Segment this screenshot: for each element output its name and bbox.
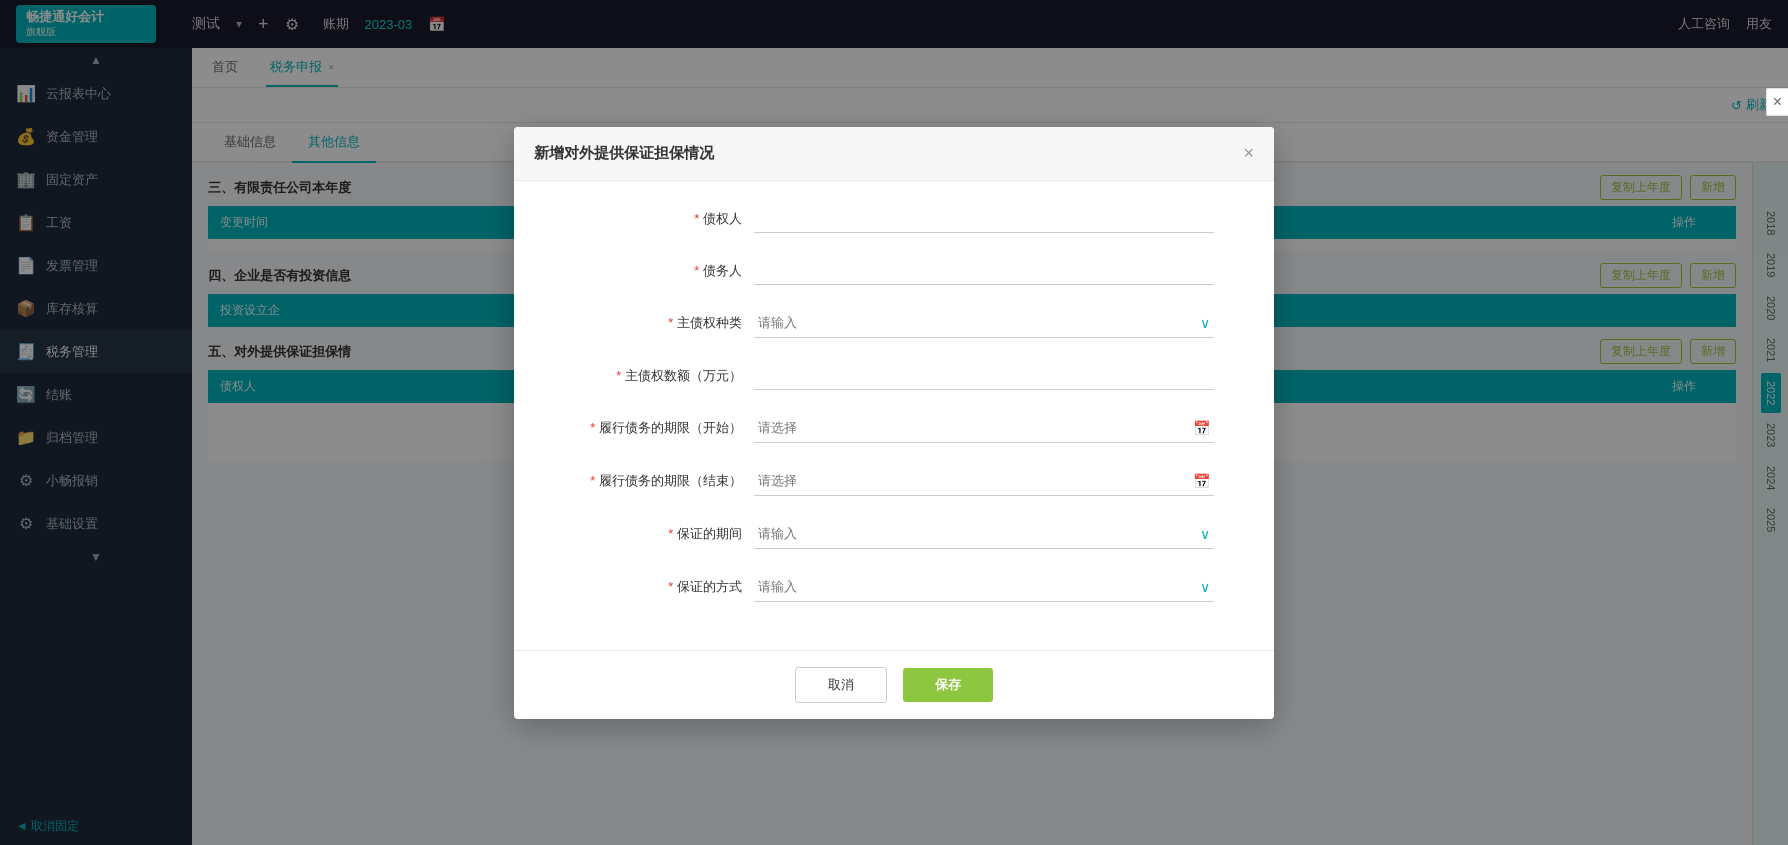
form-row-period-end: * 履行债务的期限（结束） 📅	[574, 467, 1214, 496]
debt-type-label-text: 主债权种类	[677, 315, 742, 330]
creditor-label-text: 债权人	[703, 211, 742, 226]
period-end-calendar-icon[interactable]: 📅	[1193, 473, 1210, 489]
period-start-calendar-icon[interactable]: 📅	[1193, 420, 1210, 436]
period-start-label-text: 履行债务的期限（开始）	[599, 420, 742, 435]
debtor-input[interactable]	[754, 257, 1214, 285]
debt-amount-required: *	[616, 368, 621, 383]
creditor-required: *	[694, 211, 699, 226]
debt-type-input[interactable]	[758, 315, 1200, 330]
debt-type-select-wrapper: ∨	[754, 309, 1214, 338]
debt-type-dropdown-icon[interactable]: ∨	[1200, 315, 1210, 331]
modal-add-guarantee: 新增对外提供保证担保情况 × * 债权人 * 债务人	[514, 127, 1274, 719]
form-row-debt-type: * 主债权种类 ∨	[574, 309, 1214, 338]
guarantee-method-input[interactable]	[758, 579, 1200, 594]
period-start-date-wrapper: 📅	[754, 414, 1214, 443]
period-end-label: * 履行债务的期限（结束）	[574, 472, 754, 490]
modal-close-button[interactable]: ×	[1243, 143, 1254, 164]
guarantee-period-label-text: 保证的期间	[677, 526, 742, 541]
modal-footer: 取消 保存	[514, 650, 1274, 719]
form-row-guarantee-method: * 保证的方式 ∨	[574, 573, 1214, 602]
form-row-period-start: * 履行债务的期限（开始） 📅	[574, 414, 1214, 443]
guarantee-period-input[interactable]	[758, 526, 1200, 541]
guarantee-method-label-text: 保证的方式	[677, 579, 742, 594]
form-row-debt-amount: * 主债权数额（万元）	[574, 362, 1214, 390]
guarantee-method-select-wrapper: ∨	[754, 573, 1214, 602]
guarantee-method-label: * 保证的方式	[574, 578, 754, 596]
period-start-required: *	[590, 420, 595, 435]
debt-type-required: *	[668, 315, 673, 330]
creditor-label: * 债权人	[574, 210, 754, 228]
period-start-label: * 履行债务的期限（开始）	[574, 419, 754, 437]
period-end-input[interactable]	[758, 473, 1193, 488]
modal-title: 新增对外提供保证担保情况	[534, 144, 714, 163]
guarantee-period-select-wrapper: ∨	[754, 520, 1214, 549]
debtor-label-text: 债务人	[703, 263, 742, 278]
guarantee-method-required: *	[668, 579, 673, 594]
modal-overlay: 新增对外提供保证担保情况 × * 债权人 * 债务人	[0, 0, 1788, 845]
period-start-input[interactable]	[758, 420, 1193, 435]
debtor-required: *	[694, 263, 699, 278]
modal-header: 新增对外提供保证担保情况 ×	[514, 127, 1274, 181]
modal-body: * 债权人 * 债务人 * 主债权种类	[514, 181, 1274, 650]
period-end-date-wrapper: 📅	[754, 467, 1214, 496]
debt-type-label: * 主债权种类	[574, 314, 754, 332]
debt-amount-input[interactable]	[754, 362, 1214, 390]
form-row-guarantee-period: * 保证的期间 ∨	[574, 520, 1214, 549]
guarantee-period-label: * 保证的期间	[574, 525, 754, 543]
right-panel-close[interactable]: ×	[1766, 88, 1788, 116]
debtor-label: * 债务人	[574, 262, 754, 280]
form-row-debtor: * 债务人	[574, 257, 1214, 285]
creditor-input[interactable]	[754, 205, 1214, 233]
cancel-button[interactable]: 取消	[795, 667, 887, 703]
guarantee-period-dropdown-icon[interactable]: ∨	[1200, 526, 1210, 542]
guarantee-period-required: *	[668, 526, 673, 541]
save-button[interactable]: 保存	[903, 668, 993, 702]
period-end-label-text: 履行债务的期限（结束）	[599, 473, 742, 488]
debt-amount-label: * 主债权数额（万元）	[574, 367, 754, 385]
period-end-required: *	[590, 473, 595, 488]
form-row-creditor: * 债权人	[574, 205, 1214, 233]
debt-amount-label-text: 主债权数额（万元）	[625, 368, 742, 383]
guarantee-method-dropdown-icon[interactable]: ∨	[1200, 579, 1210, 595]
